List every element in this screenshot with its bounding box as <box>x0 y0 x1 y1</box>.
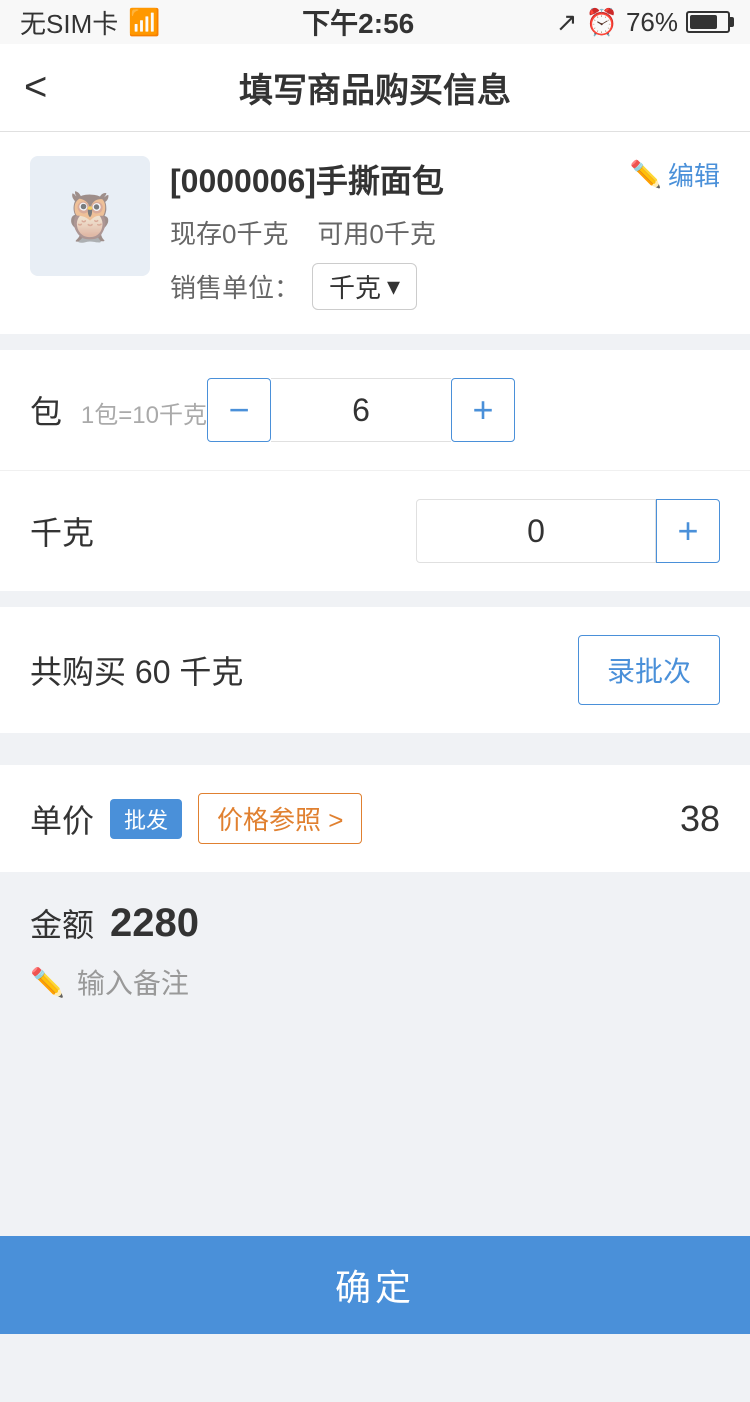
product-header-row: [0000006]手撕面包 ✏️ 编辑 <box>170 156 720 214</box>
carrier-text: 无SIM卡 <box>20 4 118 41</box>
summary-text: 共购买 60 千克 <box>30 647 243 693</box>
edit-button[interactable]: ✏️ 编辑 <box>630 156 720 193</box>
wifi-icon: 📶 <box>128 7 160 38</box>
bao-quantity-control: − + <box>207 378 515 442</box>
alarm-icon: ⏰ <box>586 7 618 38</box>
bao-label: 包 <box>30 394 62 430</box>
battery-icon <box>686 11 730 33</box>
product-card: 🦉 [0000006]手撕面包 ✏️ 编辑 现存0千克 可用0千克 销售单位： … <box>0 132 750 334</box>
unit-label: 销售单位： <box>170 268 300 305</box>
price-section: 单价 批发 价格参照 > 38 <box>0 765 750 872</box>
note-label: 输入备注 <box>77 962 189 1002</box>
bottom-spacer <box>0 1022 750 1402</box>
note-row[interactable]: ✏️ 输入备注 <box>30 962 720 1002</box>
summary-row: 共购买 60 千克 录批次 <box>0 607 750 733</box>
available-text: 可用0千克 <box>317 219 435 249</box>
kg-label: 千克 <box>30 508 416 554</box>
price-label: 单价 <box>30 796 94 842</box>
product-thumbnail: 🦉 <box>30 156 150 276</box>
price-value: 38 <box>680 798 720 840</box>
product-name: [0000006]手撕面包 <box>170 156 444 202</box>
divider <box>0 749 750 765</box>
amount-row: 金额 2280 <box>30 900 720 946</box>
edit-label: 编辑 <box>668 156 720 193</box>
amount-label: 金额 <box>30 900 94 946</box>
price-ref-button[interactable]: 价格参照 > <box>198 793 362 844</box>
unit-value: 千克 <box>329 268 381 305</box>
batch-button[interactable]: 录批次 <box>578 635 720 705</box>
bao-label-group: 包 1包=10千克 <box>30 387 207 433</box>
unit-select[interactable]: 千克 ▾ <box>312 263 417 310</box>
price-tag: 批发 <box>110 799 182 839</box>
amount-value: 2280 <box>110 901 199 946</box>
kg-quantity-row: 千克 + <box>0 471 750 591</box>
bao-quantity-row: 包 1包=10千克 − + <box>0 350 750 471</box>
kg-quantity-control: + <box>416 499 720 563</box>
bao-decrement-button[interactable]: − <box>207 378 271 442</box>
battery-text: 76% <box>626 7 678 38</box>
status-time: 下午2:56 <box>302 2 414 42</box>
kg-increment-button[interactable]: + <box>656 499 720 563</box>
stock-text: 现存0千克 <box>170 219 288 249</box>
pencil-icon: ✏️ <box>30 966 65 999</box>
bao-quantity-input[interactable] <box>271 378 451 442</box>
product-info: [0000006]手撕面包 ✏️ 编辑 现存0千克 可用0千克 销售单位： 千克… <box>170 156 720 310</box>
nav-bar: < 填写商品购买信息 <box>0 44 750 132</box>
status-left: 无SIM卡 📶 <box>20 4 161 41</box>
kg-quantity-input[interactable] <box>416 499 656 563</box>
product-thumb-icon: 🦉 <box>60 188 120 245</box>
quantity-section: 包 1包=10千克 − + 千克 + <box>0 350 750 591</box>
product-unit-row: 销售单位： 千克 ▾ <box>170 263 720 310</box>
status-right: ↗ ⏰ 76% <box>556 7 730 38</box>
location-icon: ↗ <box>556 7 578 38</box>
page-title: 填写商品购买信息 <box>239 63 511 112</box>
confirm-button[interactable]: 确定 <box>0 1236 750 1334</box>
amount-section: 金额 2280 ✏️ 输入备注 <box>0 872 750 1022</box>
bao-hint: 1包=10千克 <box>81 402 207 429</box>
bao-increment-button[interactable]: + <box>451 378 515 442</box>
edit-icon: ✏️ <box>630 159 662 190</box>
product-stock: 现存0千克 可用0千克 <box>170 214 720 251</box>
dropdown-icon: ▾ <box>387 271 400 302</box>
status-bar: 无SIM卡 📶 下午2:56 ↗ ⏰ 76% <box>0 0 750 44</box>
back-button[interactable]: < <box>24 65 47 110</box>
